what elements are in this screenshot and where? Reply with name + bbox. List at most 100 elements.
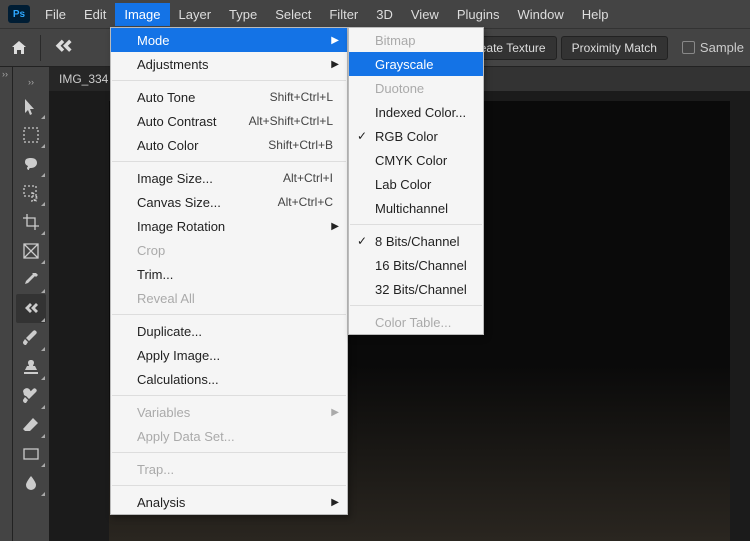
- menu-filter[interactable]: Filter: [320, 3, 367, 26]
- menu-help[interactable]: Help: [573, 3, 618, 26]
- current-tool-preview[interactable]: [49, 36, 79, 60]
- menu-image[interactable]: Image: [115, 3, 169, 26]
- mode-menu-indexed-color[interactable]: Indexed Color...: [349, 100, 483, 124]
- tool-move[interactable]: [16, 91, 46, 120]
- menu-separator: [112, 485, 346, 486]
- menu-window[interactable]: Window: [508, 3, 572, 26]
- submenu-arrow-icon: ▶: [331, 497, 339, 508]
- tool-marquee[interactable]: [16, 120, 46, 149]
- menu-item-label: Variables: [137, 405, 333, 420]
- tool-brush[interactable]: [16, 323, 46, 352]
- mode-menu-lab-color[interactable]: Lab Color: [349, 172, 483, 196]
- tool-frame[interactable]: [16, 236, 46, 265]
- submenu-arrow-icon: ▶: [331, 35, 339, 46]
- tool-crop[interactable]: [16, 207, 46, 236]
- menu-3d[interactable]: 3D: [367, 3, 402, 26]
- image-menu-dropdown: Mode▶Adjustments▶Auto ToneShift+Ctrl+LAu…: [110, 27, 348, 515]
- submenu-arrow-icon: ▶: [331, 221, 339, 232]
- menu-item-label: Crop: [137, 243, 333, 258]
- menu-item-shortcut: Alt+Shift+Ctrl+L: [249, 114, 333, 128]
- image-menu-auto-color[interactable]: Auto ColorShift+Ctrl+B: [111, 133, 347, 157]
- menu-item-label: Auto Contrast: [137, 114, 249, 129]
- menu-item-label: Image Rotation: [137, 219, 333, 234]
- menu-separator: [350, 224, 482, 225]
- mode-menu-rgb-color[interactable]: ✓RGB Color: [349, 124, 483, 148]
- menu-item-label: CMYK Color: [375, 153, 469, 168]
- menu-separator: [350, 305, 482, 306]
- menu-item-shortcut: Shift+Ctrl+L: [270, 90, 333, 104]
- panel-collapse-rail[interactable]: ››: [0, 67, 13, 541]
- menu-bar: Ps FileEditImageLayerTypeSelectFilter3DV…: [0, 0, 750, 28]
- menu-item-label: Indexed Color...: [375, 105, 469, 120]
- image-menu-adjustments[interactable]: Adjustments▶: [111, 52, 347, 76]
- menu-item-label: Trap...: [137, 462, 333, 477]
- tool-healing[interactable]: [16, 294, 46, 323]
- image-menu-trim[interactable]: Trim...: [111, 262, 347, 286]
- image-menu-reveal-all: Reveal All: [111, 286, 347, 310]
- menu-item-shortcut: Alt+Ctrl+C: [278, 195, 333, 209]
- mode-menu-multichannel[interactable]: Multichannel: [349, 196, 483, 220]
- menu-select[interactable]: Select: [266, 3, 320, 26]
- menu-item-label: Reveal All: [137, 291, 333, 306]
- menu-item-label: Apply Data Set...: [137, 429, 333, 444]
- menu-item-label: 8 Bits/Channel: [375, 234, 469, 249]
- mode-menu-8-bits-channel[interactable]: ✓ 8 Bits/Channel: [349, 229, 483, 253]
- menu-type[interactable]: Type: [220, 3, 266, 26]
- mode-menu-cmyk-color[interactable]: CMYK Color: [349, 148, 483, 172]
- tool-history-brush[interactable]: [16, 381, 46, 410]
- image-menu-mode[interactable]: Mode▶: [111, 28, 347, 52]
- proximity-match-button[interactable]: Proximity Match: [561, 36, 668, 60]
- image-menu-image-rotation[interactable]: Image Rotation▶: [111, 214, 347, 238]
- tool-eraser[interactable]: [16, 410, 46, 439]
- image-menu-auto-contrast[interactable]: Auto ContrastAlt+Shift+Ctrl+L: [111, 109, 347, 133]
- menu-item-label: Auto Tone: [137, 90, 270, 105]
- tool-blur[interactable]: [16, 468, 46, 497]
- menu-separator: [112, 395, 346, 396]
- tool-palette: ››: [13, 67, 49, 541]
- tool-stamp[interactable]: [16, 352, 46, 381]
- tool-eyedropper[interactable]: [16, 265, 46, 294]
- checkbox-icon: [682, 41, 695, 54]
- menu-item-label: Apply Image...: [137, 348, 333, 363]
- mode-menu-grayscale[interactable]: Grayscale: [349, 52, 483, 76]
- menu-item-label: Auto Color: [137, 138, 268, 153]
- tool-object-select[interactable]: [16, 178, 46, 207]
- separator: [40, 35, 41, 61]
- check-icon: ✓: [357, 129, 367, 143]
- tool-lasso[interactable]: [16, 149, 46, 178]
- menu-edit[interactable]: Edit: [75, 3, 115, 26]
- image-menu-apply-image[interactable]: Apply Image...: [111, 343, 347, 367]
- image-menu-auto-tone[interactable]: Auto ToneShift+Ctrl+L: [111, 85, 347, 109]
- menu-file[interactable]: File: [36, 3, 75, 26]
- tool-gradient[interactable]: [16, 439, 46, 468]
- image-menu-calculations[interactable]: Calculations...: [111, 367, 347, 391]
- image-menu-duplicate[interactable]: Duplicate...: [111, 319, 347, 343]
- menu-separator: [112, 452, 346, 453]
- image-menu-trap: Trap...: [111, 457, 347, 481]
- mode-menu-16-bits-channel[interactable]: 16 Bits/Channel: [349, 253, 483, 277]
- menu-plugins[interactable]: Plugins: [448, 3, 509, 26]
- menu-separator: [112, 314, 346, 315]
- home-icon[interactable]: [6, 35, 32, 61]
- menu-view[interactable]: View: [402, 3, 448, 26]
- menu-item-label: Image Size...: [137, 171, 283, 186]
- chevron-right-icon: ››: [28, 77, 34, 87]
- image-menu-canvas-size[interactable]: Canvas Size...Alt+Ctrl+C: [111, 190, 347, 214]
- menu-separator: [112, 161, 346, 162]
- sample-checkbox[interactable]: Sample: [682, 40, 744, 55]
- menu-item-label: Duotone: [375, 81, 469, 96]
- image-menu-analysis[interactable]: Analysis▶: [111, 490, 347, 514]
- menu-item-label: Canvas Size...: [137, 195, 278, 210]
- menu-item-label: Duplicate...: [137, 324, 333, 339]
- menu-layer[interactable]: Layer: [170, 3, 221, 26]
- menu-item-label: Lab Color: [375, 177, 469, 192]
- mode-menu-32-bits-channel[interactable]: 32 Bits/Channel: [349, 277, 483, 301]
- check-icon: ✓: [357, 234, 367, 248]
- document-tab[interactable]: IMG_334: [49, 67, 119, 91]
- menu-item-shortcut: Alt+Ctrl+I: [283, 171, 333, 185]
- mode-submenu-dropdown: BitmapGrayscaleDuotoneIndexed Color...✓R…: [348, 27, 484, 335]
- image-menu-image-size[interactable]: Image Size...Alt+Ctrl+I: [111, 166, 347, 190]
- menu-item-label: Grayscale: [375, 57, 469, 72]
- menu-item-label: Analysis: [137, 495, 333, 510]
- menu-item-shortcut: Shift+Ctrl+B: [268, 138, 333, 152]
